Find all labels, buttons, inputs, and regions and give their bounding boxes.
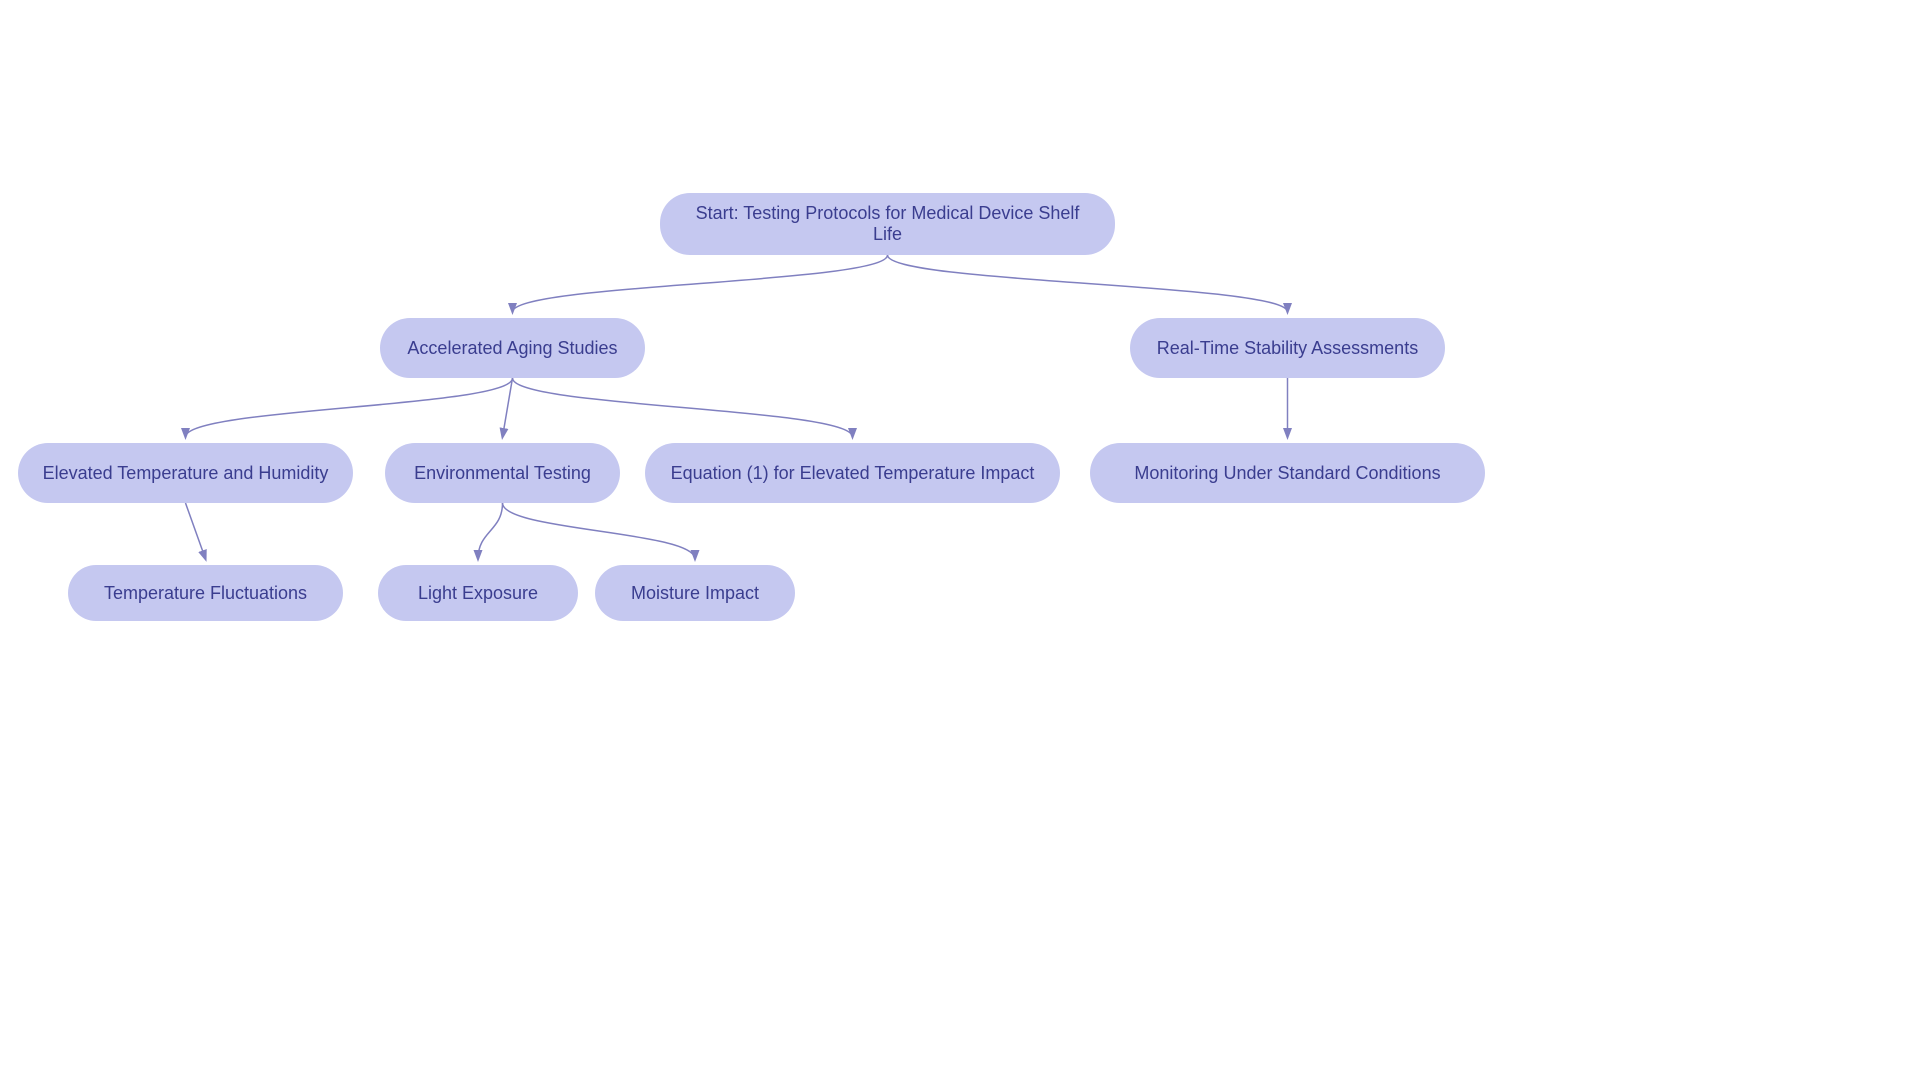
connector-layer [0, 0, 1920, 1083]
node-accelerated: Accelerated Aging Studies [380, 318, 645, 378]
node-tempfluc: Temperature Fluctuations [68, 565, 343, 621]
diagram-container: Start: Testing Protocols for Medical Dev… [0, 0, 1920, 1083]
node-elevated: Elevated Temperature and Humidity [18, 443, 353, 503]
node-environmental: Environmental Testing [385, 443, 620, 503]
node-equation: Equation (1) for Elevated Temperature Im… [645, 443, 1060, 503]
node-start: Start: Testing Protocols for Medical Dev… [660, 193, 1115, 255]
node-monitoring: Monitoring Under Standard Conditions [1090, 443, 1485, 503]
node-moisture: Moisture Impact [595, 565, 795, 621]
node-realtime: Real-Time Stability Assessments [1130, 318, 1445, 378]
node-lightexp: Light Exposure [378, 565, 578, 621]
